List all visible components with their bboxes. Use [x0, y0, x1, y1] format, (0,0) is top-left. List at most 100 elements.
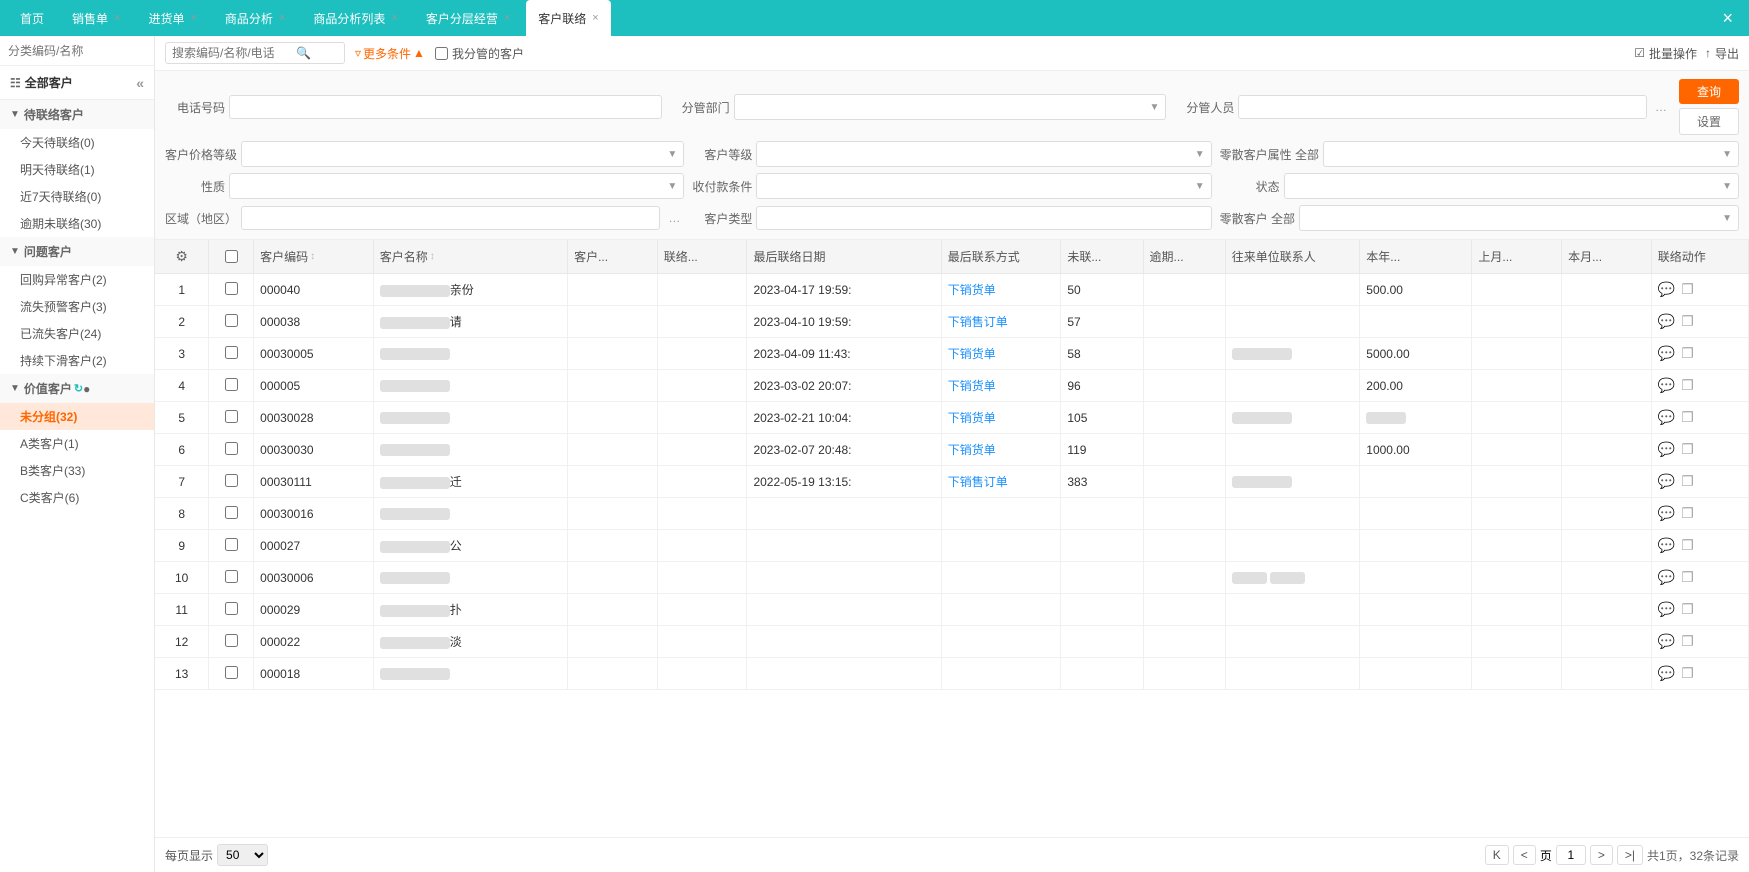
filter-search-input[interactable] — [172, 46, 292, 60]
sidebar-item-lost[interactable]: 已流失客户(24) — [0, 320, 154, 347]
row-checkbox[interactable] — [225, 506, 238, 519]
tab-sales[interactable]: 销售单 × — [60, 0, 132, 36]
sidebar-item-abnormal[interactable]: 回购异常客户(2) — [0, 266, 154, 293]
query-button[interactable]: 查询 — [1679, 79, 1739, 104]
contact-way-link[interactable]: 下销货单 — [948, 411, 996, 425]
more-action-icon[interactable]: ❐ — [1681, 313, 1694, 330]
tab-product-analysis-list[interactable]: 商品分析列表 × — [301, 0, 409, 36]
contact-icon[interactable]: 💬 — [1658, 633, 1675, 650]
sidebar-item-loss-risk[interactable]: 流失预警客户(3) — [0, 293, 154, 320]
row-checkbox[interactable] — [225, 666, 238, 679]
more-action-icon[interactable]: ❐ — [1681, 377, 1694, 394]
my-customers-checkbox[interactable] — [435, 47, 448, 60]
code-sort-icon[interactable]: ↕ — [310, 251, 315, 262]
contact-way-link[interactable]: 下销售订单 — [948, 315, 1008, 329]
sidebar-item-group-c[interactable]: C类客户(6) — [0, 484, 154, 511]
tab-home[interactable]: 首页 — [8, 0, 56, 36]
row-checkbox[interactable] — [225, 538, 238, 551]
tab-product-analysis-list-close[interactable]: × — [391, 12, 397, 24]
row-checkbox[interactable] — [225, 314, 238, 327]
row-checkbox[interactable] — [225, 570, 238, 583]
sidebar-item-group-b[interactable]: B类客户(33) — [0, 457, 154, 484]
tab-purchase-close[interactable]: × — [190, 12, 196, 24]
tab-sales-close[interactable]: × — [114, 12, 120, 24]
first-page-button[interactable]: K — [1485, 845, 1509, 865]
sidebar-item-unclassified[interactable]: 未分组(32) — [0, 403, 154, 430]
sidebar-item-group-a[interactable]: A类客户(1) — [0, 430, 154, 457]
filter-area-dots[interactable]: … — [664, 211, 684, 225]
filter-manager-dots[interactable]: … — [1651, 100, 1671, 114]
filter-payment-select[interactable]: ▼ — [756, 173, 1211, 199]
contact-way-link[interactable]: 下销售订单 — [948, 475, 1008, 489]
sidebar-section-value-header[interactable]: ▼ 价值客户 ↻ ● — [0, 374, 154, 403]
contact-icon[interactable]: 💬 — [1658, 281, 1675, 298]
contact-icon[interactable]: 💬 — [1658, 569, 1675, 586]
sidebar-item-overdue[interactable]: 逾期未联络(30) — [0, 210, 154, 237]
contact-way-link[interactable]: 下销货单 — [948, 443, 996, 457]
filter-status-select[interactable]: ▼ — [1284, 173, 1739, 199]
prev-page-button[interactable]: < — [1513, 845, 1536, 865]
sidebar-collapse-icon[interactable]: « — [136, 75, 144, 91]
contact-way-link[interactable]: 下销货单 — [948, 283, 996, 297]
contact-icon[interactable]: 💬 — [1658, 409, 1675, 426]
more-action-icon[interactable]: ❐ — [1681, 345, 1694, 362]
more-action-icon[interactable]: ❐ — [1681, 569, 1694, 586]
export-btn[interactable]: ↑ 导出 — [1705, 45, 1739, 62]
row-checkbox[interactable] — [225, 282, 238, 295]
sidebar-all-customers[interactable]: ☷ 全部客户 « — [0, 66, 154, 100]
tab-product-analysis-close[interactable]: × — [279, 12, 285, 24]
more-action-icon[interactable]: ❐ — [1681, 409, 1694, 426]
contact-icon[interactable]: 💬 — [1658, 665, 1675, 682]
contact-icon[interactable]: 💬 — [1658, 377, 1675, 394]
filter-phone-input[interactable] — [229, 95, 662, 119]
sidebar-section-problem-header[interactable]: ▼ 问题客户 — [0, 237, 154, 266]
sidebar-item-today[interactable]: 今天待联络(0) — [0, 129, 154, 156]
tab-product-analysis[interactable]: 商品分析 × — [213, 0, 297, 36]
tab-customer-contact-close[interactable]: × — [592, 12, 598, 24]
contact-icon[interactable]: 💬 — [1658, 345, 1675, 362]
filter-retail-customer-select[interactable]: ▼ — [1299, 205, 1739, 231]
more-action-icon[interactable]: ❐ — [1681, 441, 1694, 458]
tab-customer-segment[interactable]: 客户分层经营 × — [414, 0, 522, 36]
more-action-icon[interactable]: ❐ — [1681, 505, 1694, 522]
select-all-checkbox[interactable] — [225, 250, 238, 263]
page-number-input[interactable] — [1556, 845, 1586, 865]
page-size-select[interactable]: 50 100 200 — [217, 844, 268, 866]
row-checkbox[interactable] — [225, 634, 238, 647]
row-checkbox[interactable] — [225, 410, 238, 423]
row-checkbox[interactable] — [225, 474, 238, 487]
sidebar-item-tomorrow[interactable]: 明天待联络(1) — [0, 156, 154, 183]
sidebar-item-falling[interactable]: 持续下滑客户(2) — [0, 347, 154, 374]
refresh-icon[interactable]: ↻ — [74, 382, 83, 395]
sidebar-item-week[interactable]: 近7天待联络(0) — [0, 183, 154, 210]
sidebar-section-pending-header[interactable]: ▼ 待联络客户 — [0, 100, 154, 129]
next-page-button[interactable]: > — [1590, 845, 1613, 865]
more-action-icon[interactable]: ❐ — [1681, 633, 1694, 650]
row-checkbox[interactable] — [225, 602, 238, 615]
contact-icon[interactable]: 💬 — [1658, 537, 1675, 554]
filter-price-level-select[interactable]: ▼ — [241, 141, 684, 167]
filter-retail-attr-select[interactable]: ▼ — [1323, 141, 1739, 167]
batch-ops-btn[interactable]: ☑ 批量操作 — [1634, 45, 1697, 62]
more-action-icon[interactable]: ❐ — [1681, 473, 1694, 490]
more-action-icon[interactable]: ❐ — [1681, 665, 1694, 682]
settings-icon[interactable]: ⚙ — [175, 248, 188, 264]
name-sort-icon[interactable]: ↕ — [430, 251, 435, 262]
tab-purchase[interactable]: 进货单 × — [136, 0, 208, 36]
contact-icon[interactable]: 💬 — [1658, 441, 1675, 458]
more-action-icon[interactable]: ❐ — [1681, 601, 1694, 618]
sidebar-search-input[interactable] — [8, 44, 155, 58]
filter-search-icon[interactable]: 🔍 — [296, 46, 311, 60]
tab-customer-segment-close[interactable]: × — [504, 12, 510, 24]
reset-button[interactable]: 设置 — [1679, 108, 1739, 135]
filter-manager-input[interactable] — [1238, 95, 1647, 119]
th-settings[interactable]: ⚙ — [155, 240, 209, 274]
filter-dept-select[interactable]: ▼ — [734, 94, 1167, 120]
row-checkbox[interactable] — [225, 378, 238, 391]
filter-customer-type-input[interactable] — [756, 206, 1211, 230]
contact-way-link[interactable]: 下销货单 — [948, 347, 996, 361]
filter-area-input[interactable] — [241, 206, 660, 230]
app-close-button[interactable]: × — [1714, 8, 1741, 29]
last-page-button[interactable]: >| — [1617, 845, 1643, 865]
more-action-icon[interactable]: ❐ — [1681, 281, 1694, 298]
